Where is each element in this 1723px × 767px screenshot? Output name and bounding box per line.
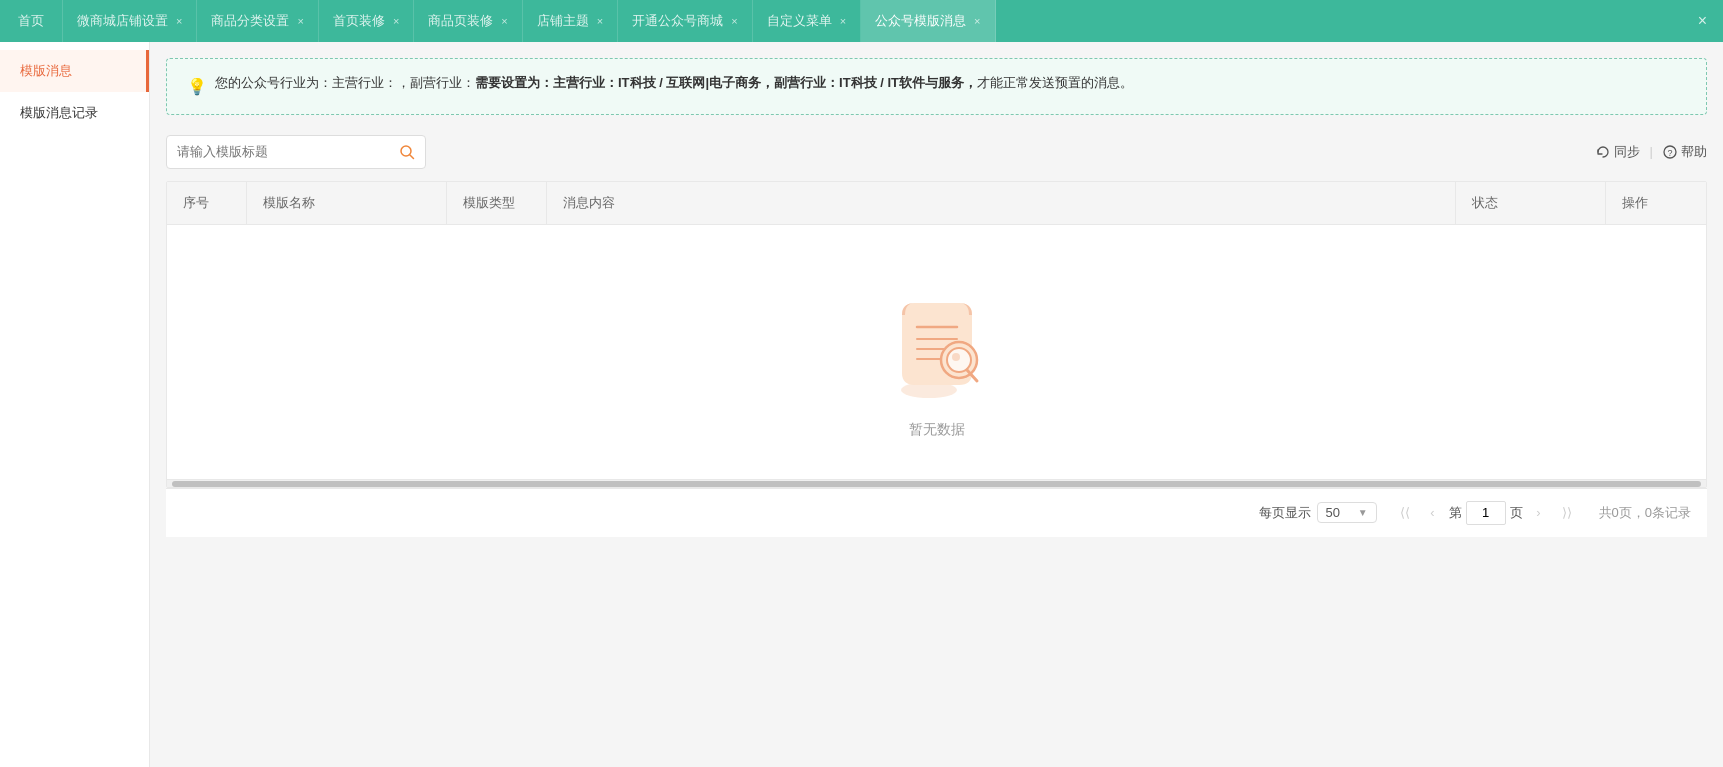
- close-store-theme-tab[interactable]: ×: [597, 15, 603, 27]
- close-weshop-tab[interactable]: ×: [176, 15, 182, 27]
- nav-tab-store-theme-label: 店铺主题: [537, 12, 589, 30]
- page-number-input[interactable]: [1466, 501, 1506, 525]
- notice-text: 您的公众号行业为：主营行业：，副营行业：需要设置为：主营行业：IT科技 / 互联…: [215, 73, 1686, 94]
- lightbulb-icon: 💡: [187, 74, 207, 100]
- nav-tab-home[interactable]: 首页: [0, 0, 63, 42]
- main-layout: 模版消息 模版消息记录 💡 您的公众号行业为：主营行业：，副营行业：需要设置为：…: [0, 42, 1723, 767]
- search-input-wrapper[interactable]: [166, 135, 426, 169]
- search-row: 同步 | ? 帮助: [166, 135, 1707, 169]
- close-open-mall-tab[interactable]: ×: [731, 15, 737, 27]
- help-button[interactable]: ? 帮助: [1663, 143, 1707, 161]
- nav-tab-home-decor-label: 首页装修: [333, 12, 385, 30]
- content-area: 💡 您的公众号行业为：主营行业：，副营行业：需要设置为：主营行业：IT科技 / …: [150, 42, 1723, 767]
- nav-tab-product-category[interactable]: 商品分类设置 ×: [197, 0, 318, 42]
- sync-label: 同步: [1614, 143, 1640, 161]
- first-page-button[interactable]: ⟨⟨: [1393, 501, 1417, 525]
- close-product-decor-tab[interactable]: ×: [501, 15, 507, 27]
- help-label: 帮助: [1681, 143, 1707, 161]
- svg-point-10: [947, 348, 971, 372]
- close-home-decor-tab[interactable]: ×: [393, 15, 399, 27]
- sidebar-item-template-msg-label: 模版消息: [20, 63, 72, 78]
- svg-text:?: ?: [1667, 148, 1672, 158]
- notice-highlight: 需要设置为：主营行业：IT科技 / 互联网|电子商务，副营行业：IT科技 / I…: [475, 75, 977, 90]
- total-info: 共0页，0条记录: [1599, 504, 1691, 522]
- col-status-header: 状态: [1456, 182, 1606, 224]
- page-navigation: ⟨⟨ ‹ 第 页 › ⟩⟩: [1393, 501, 1579, 525]
- sidebar: 模版消息 模版消息记录: [0, 42, 150, 767]
- nav-tab-product-decor[interactable]: 商品页装修 ×: [414, 0, 522, 42]
- search-icon[interactable]: [399, 144, 415, 160]
- nav-tab-open-mall[interactable]: 开通公众号商城 ×: [618, 0, 752, 42]
- close-all-tabs-button[interactable]: ×: [1682, 0, 1723, 42]
- nav-tab-weshop-label: 微商城店铺设置: [77, 12, 168, 30]
- empty-text: 暂无数据: [909, 421, 965, 439]
- svg-line-1: [410, 155, 414, 159]
- sync-button[interactable]: 同步: [1596, 143, 1640, 161]
- col-no-header: 序号: [167, 182, 247, 224]
- col-name-header: 模版名称: [247, 182, 447, 224]
- notice-prefix: 您的公众号行业为：主营行业：，副营行业：: [215, 75, 475, 90]
- horizontal-scrollbar[interactable]: [167, 479, 1706, 487]
- page-label-before: 第: [1449, 504, 1462, 522]
- page-size-dropdown[interactable]: 50 ▼: [1317, 502, 1377, 523]
- notice-banner: 💡 您的公众号行业为：主营行业：，副营行业：需要设置为：主营行业：IT科技 / …: [166, 58, 1707, 115]
- sidebar-item-template-msg[interactable]: 模版消息: [0, 50, 149, 92]
- actions-divider: |: [1650, 144, 1653, 159]
- prev-page-button[interactable]: ‹: [1421, 501, 1445, 525]
- next-page-button[interactable]: ›: [1527, 501, 1551, 525]
- nav-tab-product-decor-label: 商品页装修: [428, 12, 493, 30]
- nav-tab-store-theme[interactable]: 店铺主题 ×: [523, 0, 618, 42]
- empty-state: 暂无数据: [167, 225, 1706, 479]
- last-page-button[interactable]: ⟩⟩: [1555, 501, 1579, 525]
- page-input-wrapper: 第 页: [1449, 501, 1523, 525]
- sidebar-item-template-msg-log-label: 模版消息记录: [20, 105, 98, 120]
- nav-tab-open-mall-label: 开通公众号商城: [632, 12, 723, 30]
- page-size-label: 每页显示: [1259, 504, 1311, 522]
- close-custom-menu-tab[interactable]: ×: [840, 15, 846, 27]
- table-wrapper: 序号 模版名称 模版类型 消息内容 状态 操作: [166, 181, 1707, 488]
- nav-tab-weshop[interactable]: 微商城店铺设置 ×: [63, 0, 197, 42]
- search-input[interactable]: [177, 144, 399, 159]
- page-size-select: 每页显示 50 ▼: [1259, 502, 1377, 523]
- pagination-row: 每页显示 50 ▼ ⟨⟨ ‹ 第 页 › ⟩⟩ 共0页，0条记录: [166, 488, 1707, 537]
- search-actions: 同步 | ? 帮助: [1596, 143, 1707, 161]
- top-nav-bar: 首页 微商城店铺设置 × 商品分类设置 × 首页装修 × 商品页装修 × 店铺主…: [0, 0, 1723, 42]
- dropdown-chevron-icon: ▼: [1358, 507, 1368, 518]
- close-template-msg-tab[interactable]: ×: [974, 15, 980, 27]
- page-size-value: 50: [1326, 505, 1340, 520]
- sidebar-item-template-msg-log[interactable]: 模版消息记录: [0, 92, 149, 134]
- col-type-header: 模版类型: [447, 182, 547, 224]
- nav-tab-product-category-label: 商品分类设置: [211, 12, 289, 30]
- col-content-header: 消息内容: [547, 182, 1456, 224]
- table-header: 序号 模版名称 模版类型 消息内容 状态 操作: [167, 182, 1706, 225]
- nav-tab-custom-menu[interactable]: 自定义菜单 ×: [753, 0, 861, 42]
- col-action-header: 操作: [1606, 182, 1706, 224]
- close-product-category-tab[interactable]: ×: [297, 15, 303, 27]
- nav-tab-custom-menu-label: 自定义菜单: [767, 12, 832, 30]
- nav-tab-home-decor[interactable]: 首页装修 ×: [319, 0, 414, 42]
- empty-illustration: [877, 285, 997, 405]
- scrollbar-thumb[interactable]: [172, 481, 1701, 487]
- nav-tab-home-label: 首页: [18, 12, 44, 30]
- nav-tab-template-msg-label: 公众号模版消息: [875, 12, 966, 30]
- nav-tab-template-msg[interactable]: 公众号模版消息 ×: [861, 0, 995, 42]
- svg-point-12: [952, 353, 960, 361]
- notice-suffix: 才能正常发送预置的消息。: [977, 75, 1133, 90]
- page-label-after: 页: [1510, 504, 1523, 522]
